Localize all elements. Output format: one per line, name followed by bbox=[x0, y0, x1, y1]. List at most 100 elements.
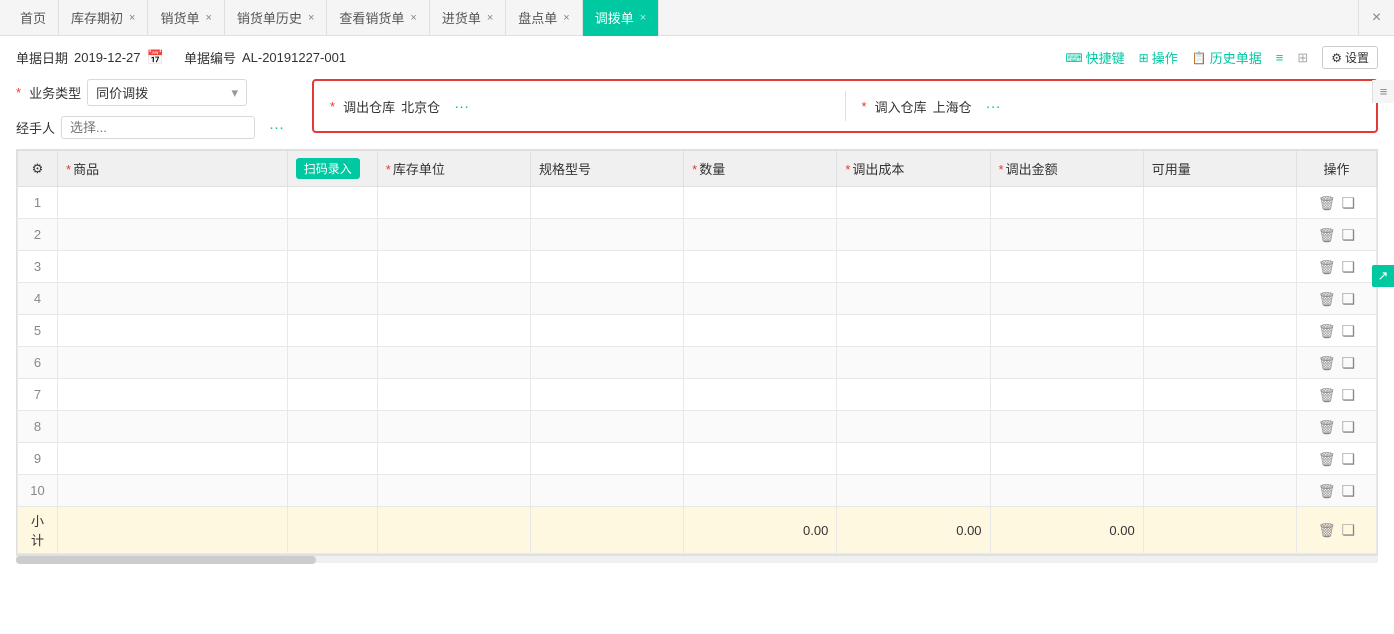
business-type-select[interactable]: 同价调拨 ▾ bbox=[87, 79, 247, 106]
cell-spec[interactable] bbox=[530, 443, 683, 475]
cell-amount[interactable] bbox=[990, 443, 1143, 475]
copy-row-button[interactable]: ❏ bbox=[1342, 522, 1355, 539]
delete-row-button[interactable]: 🗑 bbox=[1318, 451, 1336, 467]
cell-cost[interactable]: 0.00 bbox=[837, 507, 990, 554]
cell-amount[interactable] bbox=[990, 475, 1143, 507]
copy-row-button[interactable]: ❏ bbox=[1342, 323, 1355, 340]
cell-product[interactable] bbox=[58, 347, 288, 379]
cell-product[interactable] bbox=[58, 251, 288, 283]
cell-spec[interactable] bbox=[530, 507, 683, 554]
cell-spec[interactable] bbox=[530, 347, 683, 379]
cell-amount[interactable]: 0.00 bbox=[990, 507, 1143, 554]
cell-cost[interactable] bbox=[837, 219, 990, 251]
copy-row-button[interactable]: ❏ bbox=[1342, 291, 1355, 308]
cell-unit[interactable] bbox=[377, 219, 530, 251]
copy-row-button[interactable]: ❏ bbox=[1342, 387, 1355, 404]
cell-unit[interactable] bbox=[377, 475, 530, 507]
cell-spec[interactable] bbox=[530, 219, 683, 251]
copy-row-button[interactable]: ❏ bbox=[1342, 355, 1355, 372]
cell-product[interactable] bbox=[58, 443, 288, 475]
cell-unit[interactable] bbox=[377, 251, 530, 283]
cell-cost[interactable] bbox=[837, 315, 990, 347]
side-list-icon[interactable]: ≡ bbox=[1380, 84, 1388, 99]
cell-unit[interactable] bbox=[377, 411, 530, 443]
copy-row-button[interactable]: ❏ bbox=[1342, 195, 1355, 212]
cell-cost[interactable] bbox=[837, 347, 990, 379]
settings-button[interactable]: ⚙ 设置 bbox=[1322, 46, 1378, 69]
cell-product[interactable] bbox=[58, 411, 288, 443]
cell-qty[interactable] bbox=[684, 443, 837, 475]
cell-qty[interactable] bbox=[684, 379, 837, 411]
tab-item-调拨单[interactable]: 调拨单× bbox=[583, 0, 659, 36]
cell-amount[interactable] bbox=[990, 283, 1143, 315]
cell-cost[interactable] bbox=[837, 187, 990, 219]
delete-row-button[interactable]: 🗑 bbox=[1318, 387, 1336, 403]
cell-spec[interactable] bbox=[530, 187, 683, 219]
copy-row-button[interactable]: ❏ bbox=[1342, 259, 1355, 276]
operator-input[interactable] bbox=[61, 116, 255, 139]
cell-qty[interactable] bbox=[684, 315, 837, 347]
tab-close-icon[interactable]: × bbox=[308, 12, 314, 24]
cell-qty[interactable] bbox=[684, 283, 837, 315]
cell-unit[interactable] bbox=[377, 507, 530, 554]
cell-qty[interactable] bbox=[684, 219, 837, 251]
layout-icon-list[interactable]: ≡ bbox=[1276, 50, 1284, 65]
cell-unit[interactable] bbox=[377, 347, 530, 379]
tab-item-查看销货单[interactable]: 查看销货单× bbox=[327, 0, 429, 36]
cell-product[interactable] bbox=[58, 283, 288, 315]
scroll-thumb[interactable] bbox=[16, 556, 316, 564]
cell-spec[interactable] bbox=[530, 379, 683, 411]
delete-row-button[interactable]: 🗑 bbox=[1318, 291, 1336, 307]
cell-product[interactable] bbox=[58, 315, 288, 347]
operator-more-button[interactable]: ··· bbox=[261, 119, 292, 136]
tab-close-icon[interactable]: × bbox=[640, 12, 646, 24]
cell-amount[interactable] bbox=[990, 315, 1143, 347]
cell-cost[interactable] bbox=[837, 475, 990, 507]
cell-amount[interactable] bbox=[990, 219, 1143, 251]
tab-item-进货单[interactable]: 进货单× bbox=[430, 0, 506, 36]
cell-unit[interactable] bbox=[377, 315, 530, 347]
layout-icon-grid[interactable]: ⊞ bbox=[1297, 50, 1308, 66]
copy-row-button[interactable]: ❏ bbox=[1342, 227, 1355, 244]
cell-spec[interactable] bbox=[530, 411, 683, 443]
cell-spec[interactable] bbox=[530, 315, 683, 347]
cell-cost[interactable] bbox=[837, 411, 990, 443]
tab-item-销货单[interactable]: 销货单× bbox=[148, 0, 224, 36]
tab-item-销货单历史[interactable]: 销货单历史× bbox=[225, 0, 327, 36]
cell-spec[interactable] bbox=[530, 475, 683, 507]
copy-row-button[interactable]: ❏ bbox=[1342, 451, 1355, 468]
scan-button[interactable]: 扫码录入 bbox=[296, 158, 360, 179]
export-icon[interactable]: ↗ bbox=[1372, 265, 1394, 287]
cell-qty[interactable] bbox=[684, 251, 837, 283]
horizontal-scrollbar[interactable] bbox=[16, 555, 1378, 563]
tab-close-icon[interactable]: × bbox=[410, 12, 416, 24]
cell-cost[interactable] bbox=[837, 283, 990, 315]
cell-qty[interactable] bbox=[684, 187, 837, 219]
cell-amount[interactable] bbox=[990, 347, 1143, 379]
cell-amount[interactable] bbox=[990, 411, 1143, 443]
delete-row-button[interactable]: 🗑 bbox=[1318, 419, 1336, 435]
delete-row-button[interactable]: 🗑 bbox=[1318, 483, 1336, 499]
tab-item-库存期初[interactable]: 库存期初× bbox=[59, 0, 148, 36]
tab-item-盘点单[interactable]: 盘点单× bbox=[506, 0, 582, 36]
cell-spec[interactable] bbox=[530, 251, 683, 283]
cell-product[interactable] bbox=[58, 475, 288, 507]
copy-row-button[interactable]: ❏ bbox=[1342, 419, 1355, 436]
th-gear[interactable]: ⚙ bbox=[18, 151, 58, 187]
cell-unit[interactable] bbox=[377, 379, 530, 411]
operate-action[interactable]: ⊞ 操作 bbox=[1139, 48, 1178, 67]
history-action[interactable]: 📋 历史单据 bbox=[1192, 48, 1262, 67]
tab-close-icon[interactable]: × bbox=[129, 12, 135, 24]
cell-cost[interactable] bbox=[837, 443, 990, 475]
cell-unit[interactable] bbox=[377, 187, 530, 219]
delete-row-button[interactable]: 🗑 bbox=[1318, 195, 1336, 211]
cell-cost[interactable] bbox=[837, 379, 990, 411]
delete-row-button[interactable]: 🗑 bbox=[1318, 355, 1336, 371]
copy-row-button[interactable]: ❏ bbox=[1342, 483, 1355, 500]
cell-qty[interactable] bbox=[684, 411, 837, 443]
tab-item-首页[interactable]: 首页 bbox=[8, 0, 59, 36]
tab-close-icon[interactable]: × bbox=[563, 12, 569, 24]
cell-spec[interactable] bbox=[530, 283, 683, 315]
cell-amount[interactable] bbox=[990, 251, 1143, 283]
calendar-icon[interactable]: 📅 bbox=[147, 49, 164, 66]
